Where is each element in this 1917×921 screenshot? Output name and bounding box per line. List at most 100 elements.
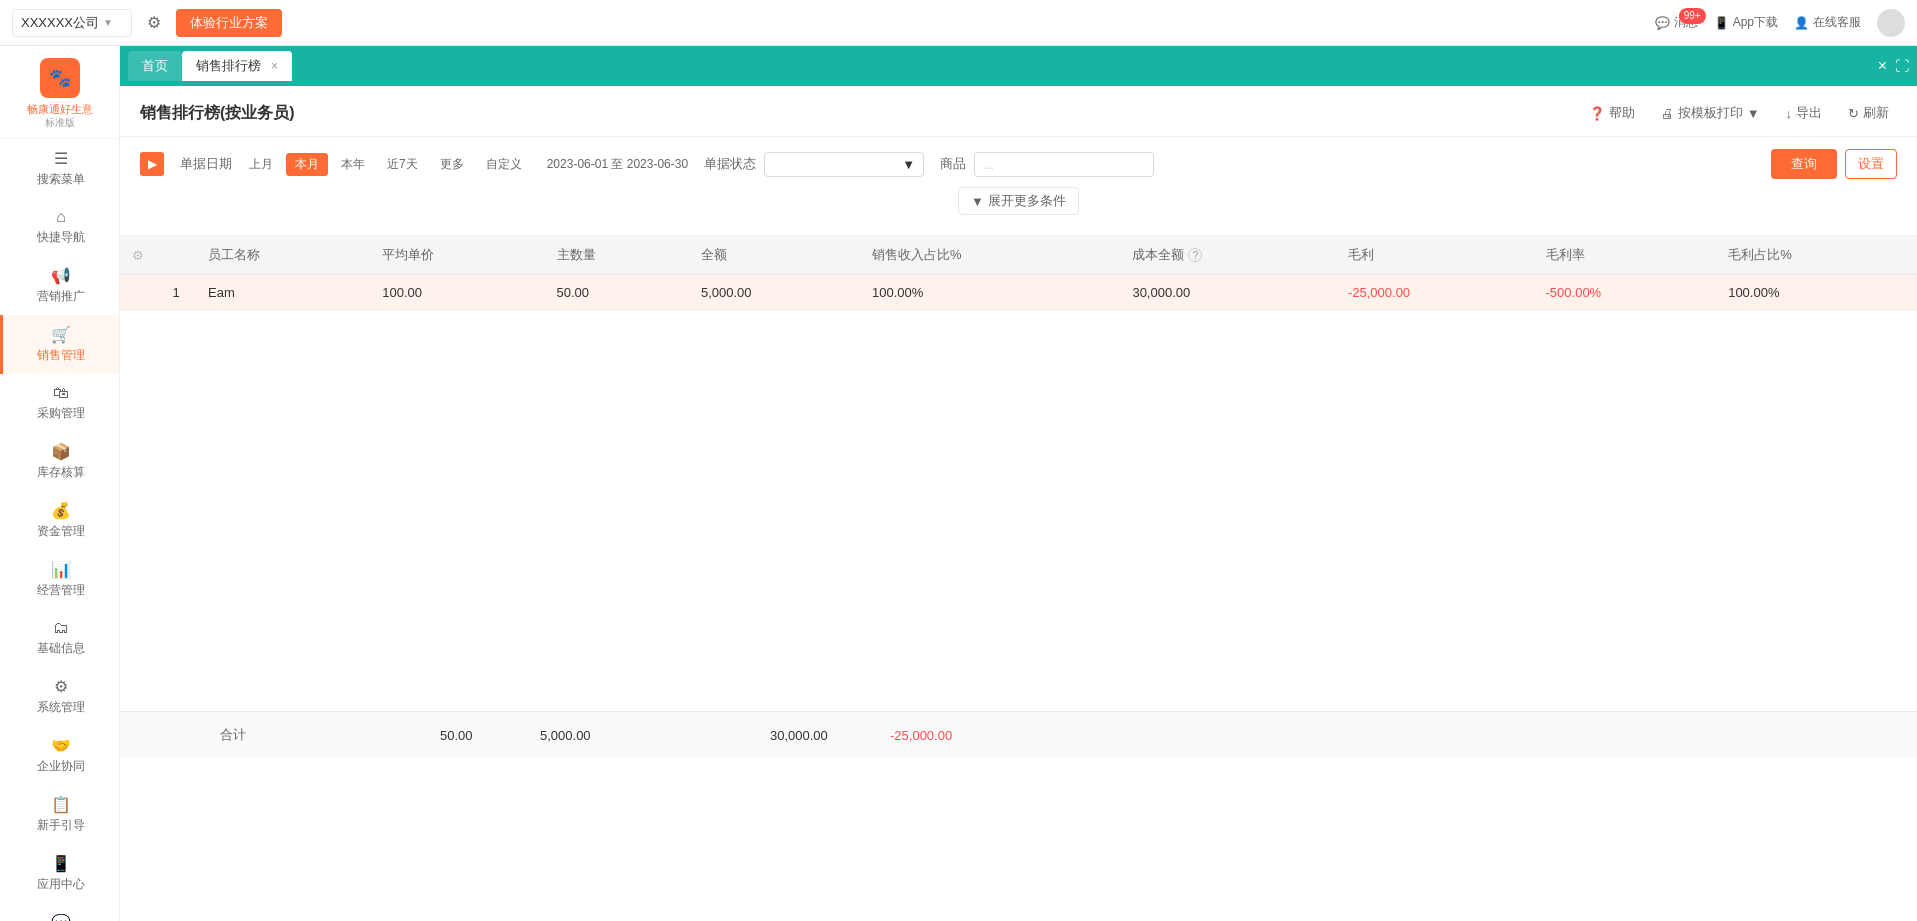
tab-close-icon[interactable]: × (271, 59, 278, 73)
row-sales-pct: 100.00% (860, 275, 1120, 311)
expand-more-label: 展开更多条件 (988, 192, 1066, 210)
page-content: 销售排行榜(按业务员) ❓ 帮助 🖨 按模板打印 ▼ (120, 86, 1917, 921)
sidebar-label-app-center: 应用中心 (37, 876, 85, 893)
th-amount: 全额 (689, 236, 860, 275)
basic-info-icon: 🗂 (53, 619, 69, 637)
enterprise-icon: 🤝 (51, 736, 71, 755)
sidebar-item-wechat[interactable]: 💬 企业微信 (0, 903, 119, 921)
cost-info-icon[interactable]: ? (1188, 248, 1202, 262)
footer-settings-cell (132, 722, 168, 748)
print-label: 按模板打印 (1678, 104, 1743, 122)
window-expand-icon[interactable]: ⛶ (1895, 58, 1909, 74)
sidebar-item-marketing[interactable]: 📢 营销推广 (0, 256, 119, 315)
th-settings: ⚙ (120, 236, 156, 275)
column-settings-icon[interactable]: ⚙ (132, 248, 144, 263)
help-button[interactable]: ❓ 帮助 (1581, 100, 1643, 126)
sidebar-item-sales-mgmt[interactable]: 🛒 销售管理 (0, 315, 119, 374)
tab-home[interactable]: 首页 (128, 51, 182, 81)
filter-right-btns: 查询 设置 (1771, 149, 1897, 179)
company-selector[interactable]: XXXXXX公司 ▼ (12, 9, 132, 37)
user-avatar[interactable] (1877, 9, 1905, 37)
app-download-label: App下载 (1733, 14, 1778, 31)
sidebar-item-inventory[interactable]: 📦 库存核算 (0, 432, 119, 491)
message-badge: 99+ (1679, 8, 1706, 24)
date-filter-label: 单据日期 (180, 155, 232, 173)
export-button[interactable]: ↓ 导出 (1778, 100, 1831, 126)
row-gross-pct: 100.00% (1716, 275, 1917, 311)
footer-row: 合计 50.00 5,000.00 30,000.00 -25,000.00 (132, 722, 1905, 748)
trial-button[interactable]: 体验行业方案 (176, 9, 282, 37)
row-rank: 1 (156, 275, 196, 311)
service-icon: 👤 (1794, 16, 1809, 30)
row-amount: 5,000.00 (689, 275, 860, 311)
refresh-label: 刷新 (1863, 104, 1889, 122)
th-gross-rate: 毛利率 (1534, 236, 1717, 275)
filter-area: ▶ 单据日期 上月 本月 本年 近7天 更多 自定义 (120, 137, 1917, 236)
row-gross-profit: -25,000.00 (1336, 275, 1534, 311)
company-dropdown-arrow: ▼ (103, 17, 113, 28)
date-tab-more[interactable]: 更多 (431, 153, 473, 176)
purchase-mgmt-icon: 🛍 (53, 384, 69, 402)
top-bar: XXXXXX公司 ▼ ⚙ 体验行业方案 💬 消息 99+ 📱 App下载 👤 在… (0, 0, 1917, 46)
sidebar-item-search-order[interactable]: ☰ 搜索菜单 (0, 139, 119, 198)
sidebar-label-sys-mgmt: 系统管理 (37, 699, 85, 716)
search-order-icon: ☰ (54, 149, 68, 168)
tab-sales-ranking[interactable]: 销售排行榜 × (182, 51, 292, 81)
company-name: XXXXXX公司 (21, 14, 99, 32)
query-button[interactable]: 查询 (1771, 149, 1837, 179)
sidebar-item-quick-nav[interactable]: ⌂ 快捷导航 (0, 198, 119, 256)
sidebar-logo: 🐾 畅康通好生意 标准版 (0, 46, 119, 139)
doc-status-select[interactable]: ▼ (764, 152, 924, 177)
doc-status-label: 单据状态 (704, 155, 756, 173)
th-gross-pct: 毛利占比% (1716, 236, 1917, 275)
app-download-btn[interactable]: 📱 App下载 (1714, 14, 1778, 31)
window-close-icon[interactable]: × (1878, 57, 1887, 75)
sidebar-item-sys-mgmt[interactable]: ⚙ 系统管理 (0, 667, 119, 726)
row-cost: 30,000.00 (1120, 275, 1336, 311)
settings-icon[interactable]: ⚙ (140, 9, 168, 37)
marketing-icon: 📢 (51, 266, 71, 285)
sidebar-label-finance: 资金管理 (37, 523, 85, 540)
print-button[interactable]: 🖨 按模板打印 ▼ (1653, 100, 1768, 126)
sidebar-label-enterprise: 企业协同 (37, 758, 85, 775)
refresh-button[interactable]: ↻ 刷新 (1840, 100, 1897, 126)
sidebar-item-finance[interactable]: 💰 资金管理 (0, 491, 119, 550)
doc-status-filter-group: 单据状态 ▼ (704, 152, 924, 177)
sidebar-item-enterprise[interactable]: 🤝 企业协同 (0, 726, 119, 785)
online-service-label: 在线客服 (1813, 14, 1861, 31)
inventory-icon: 📦 (51, 442, 71, 461)
table-area: ⚙ 员工名称 平均单价 主数量 全额 销售收入占比% (120, 236, 1917, 311)
date-tab-custom[interactable]: 自定义 (477, 153, 531, 176)
sales-mgmt-icon: 🛒 (51, 325, 71, 344)
date-tab-cur-month[interactable]: 本月 (286, 153, 328, 176)
page-title: 销售排行榜(按业务员) (140, 103, 295, 124)
message-icon-btn[interactable]: 💬 消息 99+ (1655, 14, 1698, 31)
sidebar-item-operations[interactable]: 📊 经营管理 (0, 550, 119, 609)
online-service-btn[interactable]: 👤 在线客服 (1794, 14, 1861, 31)
download-icon: 📱 (1714, 16, 1729, 30)
refresh-icon: ↻ (1848, 106, 1859, 121)
sidebar-item-purchase-mgmt[interactable]: 🛍 采购管理 (0, 374, 119, 432)
logo-symbol: 🐾 (49, 67, 71, 89)
sys-mgmt-icon: ⚙ (54, 677, 68, 696)
date-tab-cur-year[interactable]: 本年 (332, 153, 374, 176)
date-tabs: 上月 本月 本年 近7天 更多 自定义 (240, 153, 531, 176)
filter-nav-arrow[interactable]: ▶ (140, 152, 164, 176)
finance-icon: 💰 (51, 501, 71, 520)
sidebar-item-app-center[interactable]: 📱 应用中心 (0, 844, 119, 903)
set-button[interactable]: 设置 (1845, 149, 1897, 179)
filter-row-1: ▶ 单据日期 上月 本月 本年 近7天 更多 自定义 (140, 149, 1897, 179)
footer-sales-pct (638, 722, 758, 748)
print-dropdown-icon: ▼ (1747, 106, 1760, 121)
expand-more-btn[interactable]: ▼ 展开更多条件 (958, 187, 1079, 215)
th-gross-profit: 毛利 (1336, 236, 1534, 275)
footer-rank-cell (168, 722, 208, 748)
date-tab-last7[interactable]: 近7天 (378, 153, 427, 176)
goods-input[interactable]: ... (974, 152, 1154, 177)
sidebar-item-newbie[interactable]: 📋 新手引导 (0, 785, 119, 844)
th-avg-price: 平均单价 (370, 236, 544, 275)
message-icon: 💬 (1655, 16, 1670, 30)
date-tab-prev-month[interactable]: 上月 (240, 153, 282, 176)
table-header-row: ⚙ 员工名称 平均单价 主数量 全额 销售收入占比% (120, 236, 1917, 275)
sidebar-item-basic-info[interactable]: 🗂 基础信息 (0, 609, 119, 667)
